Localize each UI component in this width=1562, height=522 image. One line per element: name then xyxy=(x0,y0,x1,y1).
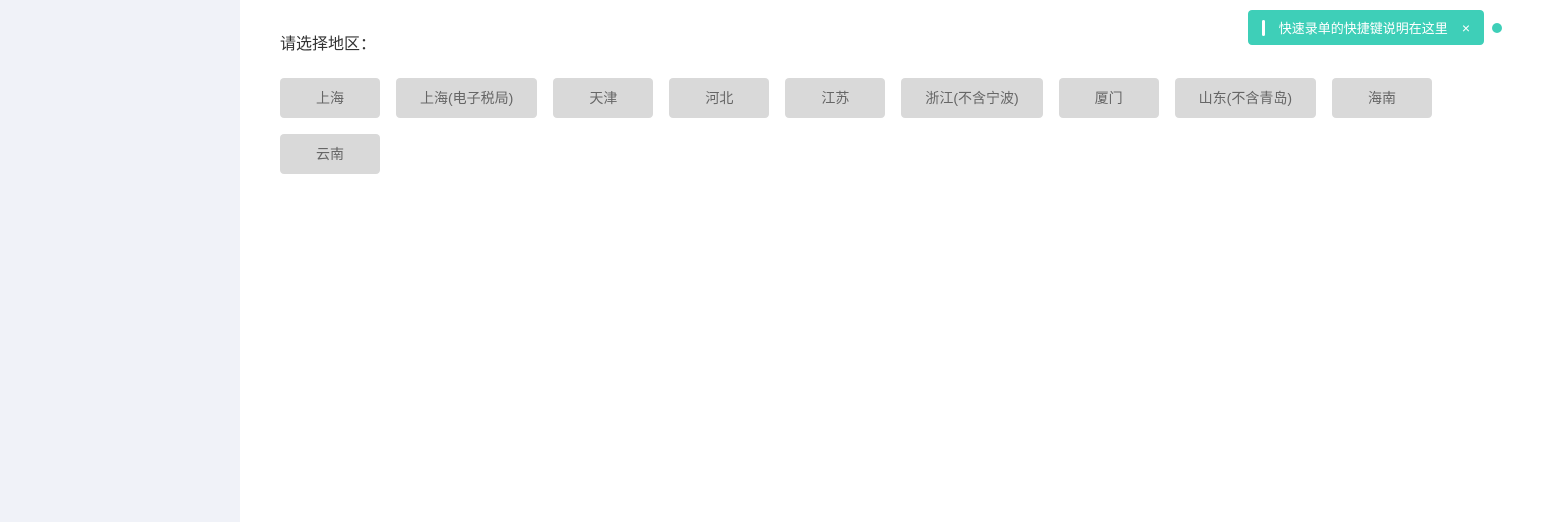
region-button-jiangsu[interactable]: 江苏 xyxy=(785,78,885,118)
tooltip-dot xyxy=(1492,23,1502,33)
region-button-shanghai-etax[interactable]: 上海(电子税局) xyxy=(396,78,537,118)
region-button-hainan[interactable]: 海南 xyxy=(1332,78,1432,118)
tooltip-box: 快速录单的快捷键说明在这里 × xyxy=(1248,10,1484,45)
region-button-tianjin[interactable]: 天津 xyxy=(553,78,653,118)
tooltip-close-button[interactable]: × xyxy=(1462,20,1470,36)
region-buttons: 上海上海(电子税局) 天津河北江苏浙江(不含宁波) 厦门山东(不含青岛) 海南云南 xyxy=(280,78,1522,174)
tooltip-text: 快速录单的快捷键说明在这里 xyxy=(1279,18,1448,37)
main-content: 请选择地区： 上海上海(电子税局)天津河北江苏浙江(不含宁波)厦门山东(不含青岛… xyxy=(240,0,1562,522)
sidebar xyxy=(0,0,240,522)
region-button-zhejiang[interactable]: 浙江(不含宁波) xyxy=(901,78,1042,118)
region-button-xiamen[interactable]: 厦门 xyxy=(1059,78,1159,118)
region-button-hebei[interactable]: 河北 xyxy=(669,78,769,118)
region-button-yunnan[interactable]: 云南 xyxy=(280,134,380,174)
region-button-shandong[interactable]: 山东(不含青岛) xyxy=(1175,78,1316,118)
tooltip-container: 快速录单的快捷键说明在这里 × xyxy=(1248,10,1502,45)
region-button-shanghai[interactable]: 上海 xyxy=(280,78,380,118)
